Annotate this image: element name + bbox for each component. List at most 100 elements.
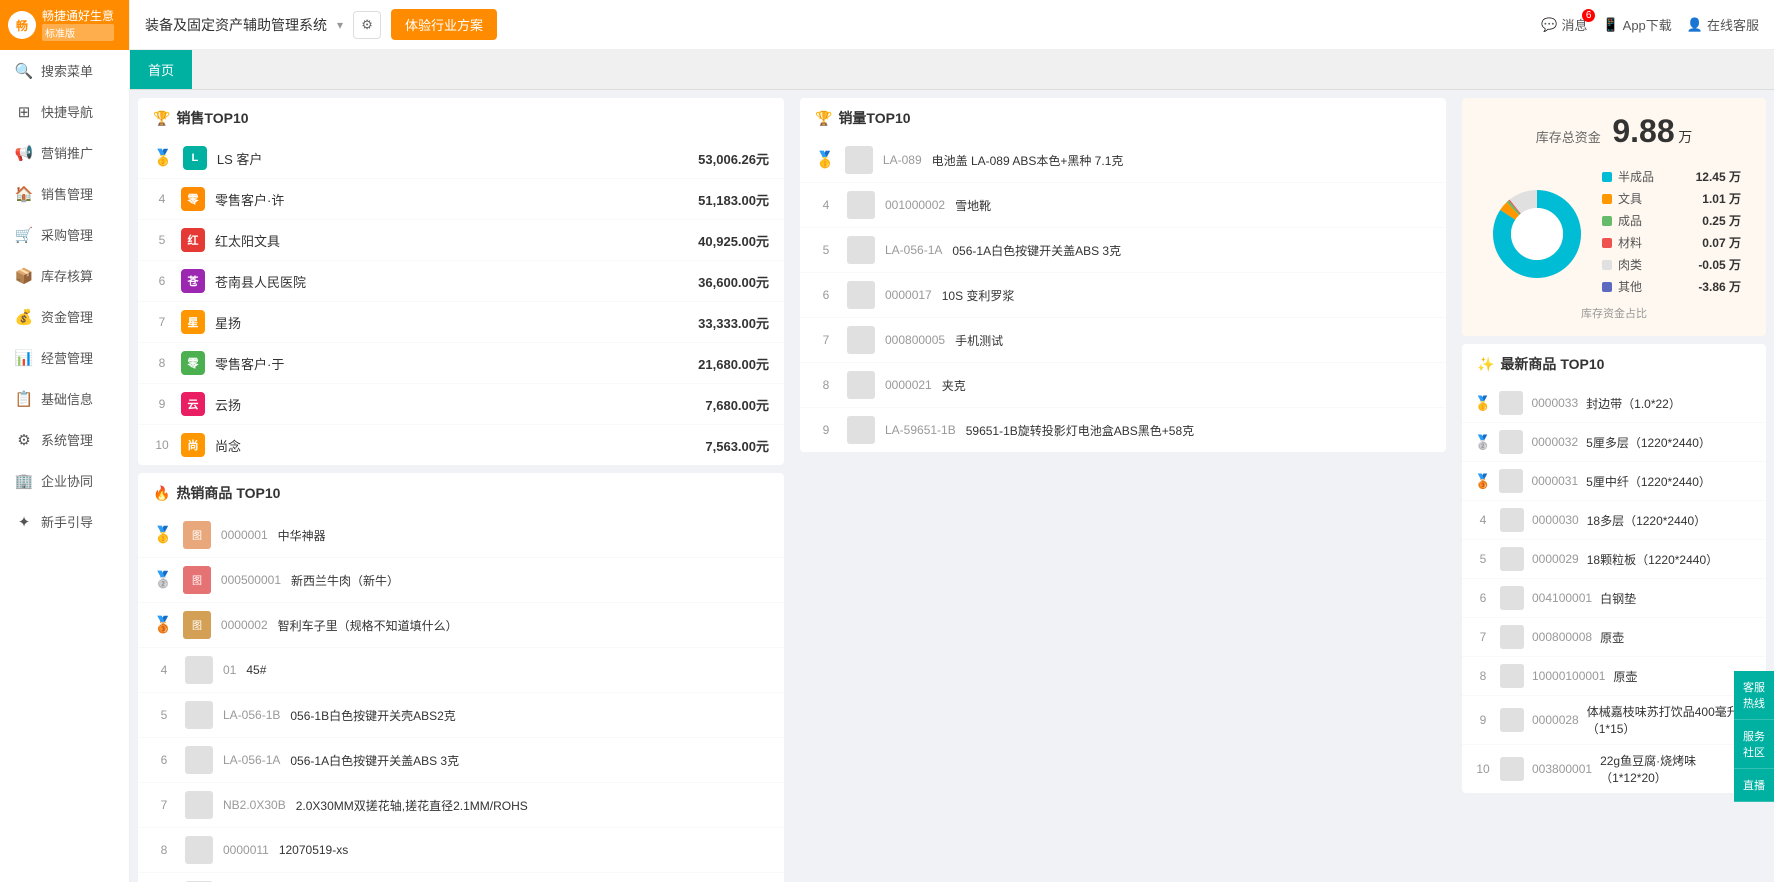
table-row: 5 红 红太阳文具 40,925.00元 (138, 220, 784, 261)
newest-product-image (1500, 586, 1524, 610)
svg-text:图: 图 (192, 575, 202, 587)
legend-item: 半成品 12.45 万 (1602, 168, 1741, 185)
product-code: 0000033 (1531, 396, 1578, 410)
inventory-title: 库存总资金 (1536, 130, 1601, 145)
customer-amount: 51,183.00元 (698, 190, 769, 209)
product-name: 18颗粒板（1220*2440） (1587, 551, 1754, 568)
product-code: 000500001 (221, 573, 281, 587)
legend-dot (1602, 260, 1612, 270)
sidebar-item-label: 销售管理 (41, 184, 93, 203)
sales-icon: 🏠 (15, 185, 33, 203)
system-name: 装备及固定资产辅助管理系统 (145, 15, 327, 35)
product-image (847, 191, 875, 219)
rank-num: 6 (153, 274, 171, 288)
list-item: 9 KK-SD22110H 花语萌恒温分腿睡袋（厚款） (138, 873, 784, 882)
sidebar-item-company[interactable]: 🏢 企业协同 (0, 460, 129, 501)
online-service-button[interactable]: 👤 在线客服 (1687, 15, 1759, 34)
product-name: 夹克 (942, 377, 1431, 394)
rank-num: 7 (1474, 630, 1492, 644)
sidebar-item-purchase[interactable]: 🛒 采购管理 (0, 214, 129, 255)
product-name: 12070519-xs (279, 843, 769, 857)
newguide-icon: ✦ (15, 513, 33, 531)
sidebar-item-finance[interactable]: 💰 资金管理 (0, 296, 129, 337)
product-code: 0000032 (1531, 435, 1578, 449)
phone-icon: 📱 (1602, 17, 1618, 33)
right-panel: 库存总资金 9.88 万 (1454, 90, 1774, 882)
sidebar-item-label: 搜索菜单 (41, 61, 93, 80)
app-download-button[interactable]: 📱 App下载 (1602, 15, 1671, 34)
legend-item: 材料 0.07 万 (1602, 234, 1741, 251)
product-code: 0000028 (1532, 713, 1579, 727)
list-item: 🥇 图 0000001 中华神器 (138, 513, 784, 558)
medal-icon: 🥇 (1474, 395, 1491, 412)
sidebar-item-marketing[interactable]: 📢 营销推广 (0, 132, 129, 173)
sidebar-item-sales[interactable]: 🏠 销售管理 (0, 173, 129, 214)
rank-num: 7 (153, 315, 171, 329)
customer-name: 星扬 (215, 313, 688, 332)
rank-num: 8 (1474, 669, 1492, 683)
settings-button[interactable]: ⚙ (353, 11, 381, 39)
customer-name: 尚念 (215, 436, 695, 455)
top-customers-card: 🏆 销售TOP10 🥇 L LS 客户 53,006.26元 4 (138, 98, 784, 465)
top-products-sales-card: 🏆 销量TOP10 🥇 LA-089 电池盖 LA-089 ABS本色+黑种 7… (800, 98, 1446, 452)
purchase-icon: 🛒 (15, 226, 33, 244)
customer-name: 零售客户·许 (215, 190, 688, 209)
system-dropdown[interactable]: ▾ (337, 18, 343, 32)
list-item: 6 004100001 白钢垫 (1462, 579, 1766, 618)
quicknav-icon: ⊞ (15, 103, 33, 121)
rank-num: 4 (153, 663, 175, 677)
sidebar-item-label: 新手引导 (41, 512, 93, 531)
sidebar-item-newguide[interactable]: ✦ 新手引导 (0, 501, 129, 542)
rank-num: 9 (153, 397, 171, 411)
product-name: 智利车子里（规格不知道填什么） (278, 617, 769, 634)
sidebar-item-quicknav[interactable]: ⊞ 快捷导航 (0, 91, 129, 132)
rank-num: 8 (153, 843, 175, 857)
legend-dot (1602, 172, 1612, 182)
message-icon: 💬 (1541, 17, 1557, 33)
product-name: 5厘中纤（1220*2440） (1586, 473, 1754, 490)
trial-button[interactable]: 体验行业方案 (391, 9, 497, 40)
sidebar-item-basics[interactable]: 📋 基础信息 (0, 378, 129, 419)
list-item: 10 003800001 22g鱼豆腐·烧烤味（1*12*20） (1462, 745, 1766, 793)
tab-home[interactable]: 首页 (130, 50, 192, 89)
sidebar-item-label: 经营管理 (41, 348, 93, 367)
list-item: 4 01 45# (138, 648, 784, 693)
float-btn-live[interactable]: 直播 (1734, 769, 1774, 802)
customer-name: 红太阳文具 (215, 231, 688, 250)
float-btn-service[interactable]: 客服 热线 (1734, 671, 1774, 720)
medal-icon: 🥇 (153, 525, 173, 545)
float-btn-community[interactable]: 服务 社区 (1734, 720, 1774, 769)
top-products-sales-title: 🏆 销量TOP10 (800, 98, 1446, 138)
product-code: 001000002 (885, 198, 945, 212)
sidebar-item-inventory[interactable]: 📦 库存核算 (0, 255, 129, 296)
product-name: 22g鱼豆腐·烧烤味（1*12*20） (1600, 752, 1754, 786)
rank-num: 10 (1474, 762, 1492, 776)
sidebar-item-system[interactable]: ⚙ 系统管理 (0, 419, 129, 460)
avatar: 红 (181, 228, 205, 252)
message-button[interactable]: 💬 消息 6 (1541, 15, 1587, 34)
sidebar-item-operations[interactable]: 📊 经营管理 (0, 337, 129, 378)
sidebar-item-search[interactable]: 🔍 搜索菜单 (0, 50, 129, 91)
medal-icon: 🥉 (153, 615, 173, 635)
avatar: 星 (181, 310, 205, 334)
list-item: 🥉 0000031 5厘中纤（1220*2440） (1462, 462, 1766, 501)
product-code: 000800008 (1532, 630, 1592, 644)
product-code: 0000002 (221, 618, 268, 632)
product-code: LA-056-1A (885, 243, 942, 257)
product-code: LA-056-1B (223, 708, 280, 722)
product-code: 0000029 (1532, 552, 1579, 566)
rank-num: 8 (815, 378, 837, 392)
list-item: 🥈 0000032 5厘多层（1220*2440） (1462, 423, 1766, 462)
customer-amount: 7,680.00元 (705, 395, 769, 414)
float-buttons: 客服 热线 服务 社区 直播 (1734, 671, 1774, 802)
legend-dot (1602, 238, 1612, 248)
medal-icon: 🥉 (1474, 473, 1491, 490)
avatar: 零 (181, 187, 205, 211)
medal-icon: 🥈 (153, 570, 173, 590)
rank-num: 5 (153, 233, 171, 247)
legend-dot (1602, 282, 1612, 292)
main-area: 装备及固定资产辅助管理系统 ▾ ⚙ 体验行业方案 💬 消息 6 📱 App下载 … (130, 0, 1774, 882)
product-code: 003800001 (1532, 762, 1592, 776)
list-item: 6 LA-056-1A 056-1A白色按键开关盖ABS 3克 (138, 738, 784, 783)
newest-product-image (1500, 664, 1524, 688)
